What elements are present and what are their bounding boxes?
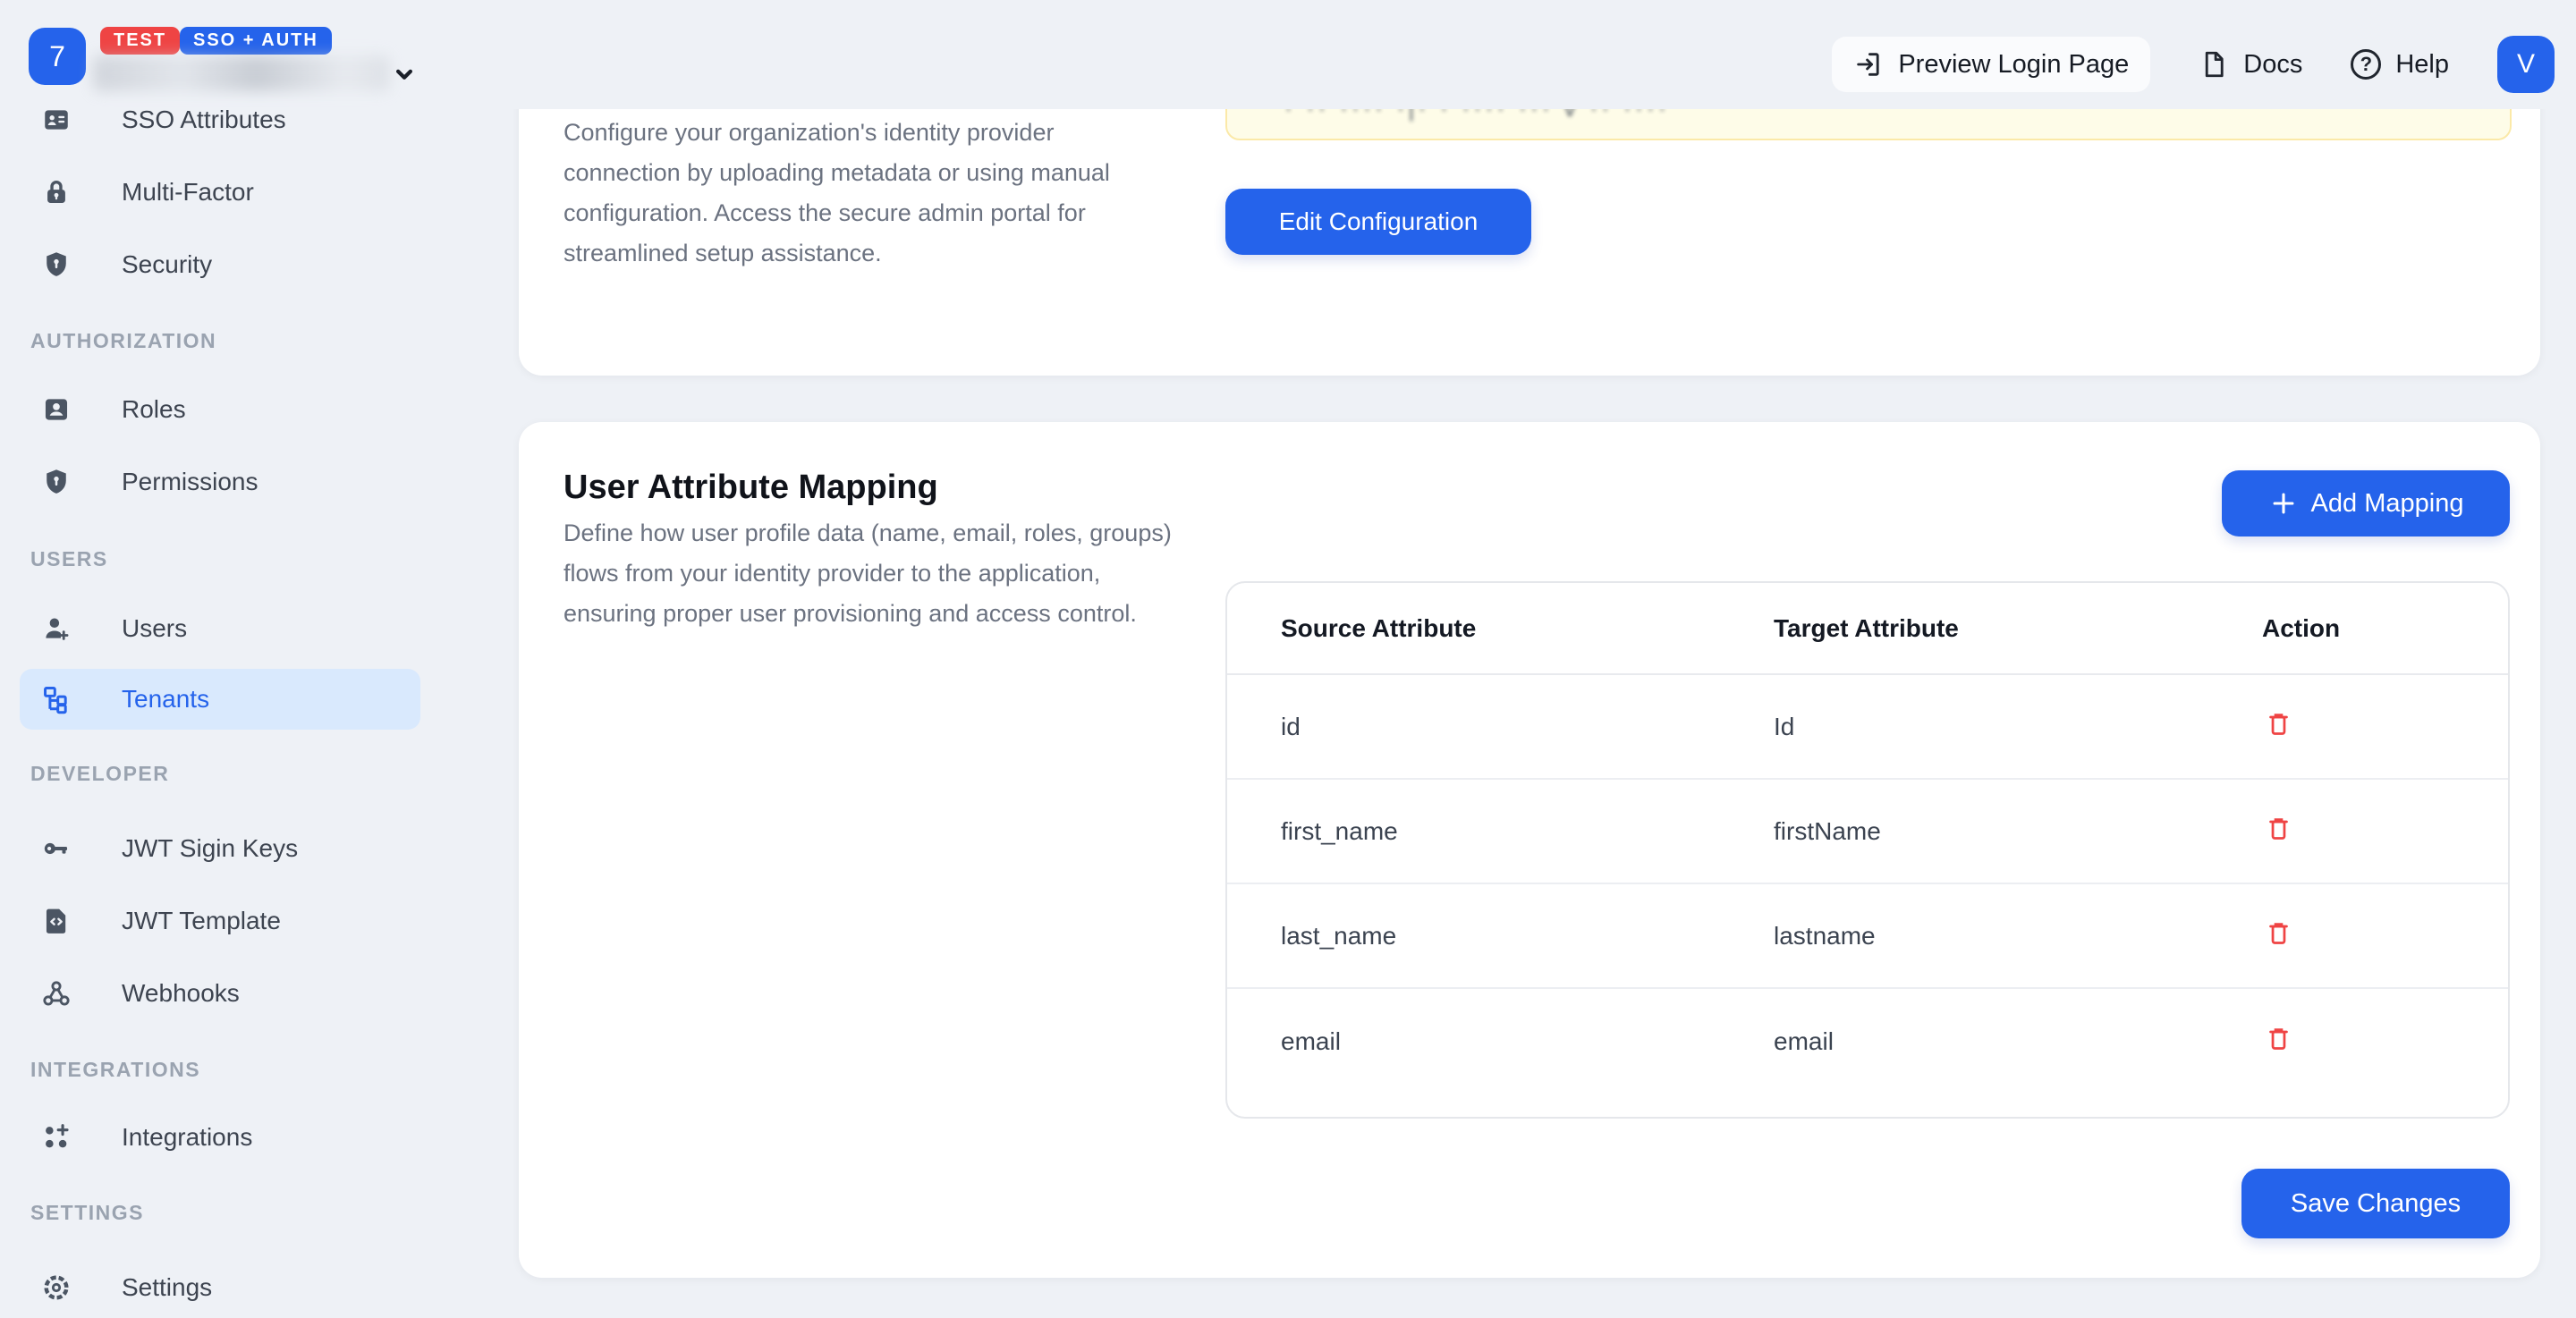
user-plus-icon bbox=[41, 613, 72, 644]
sidebar-item-webhooks[interactable]: Webhooks bbox=[20, 963, 420, 1024]
sidebar-item-label: Multi-Factor bbox=[122, 178, 254, 206]
delete-mapping-button[interactable] bbox=[2264, 810, 2300, 846]
preview-login-page-button[interactable]: Preview Login Page bbox=[1832, 37, 2151, 92]
sidebar-item-label: Permissions bbox=[122, 468, 258, 495]
source-attribute-value: id bbox=[1281, 712, 1301, 740]
table-row: first_name firstName bbox=[1227, 780, 2508, 884]
sidebar-item-label: Roles bbox=[122, 395, 186, 423]
document-icon bbox=[2206, 51, 2224, 78]
column-header-target: Target Attribute bbox=[1774, 613, 1959, 642]
test-badge: TEST bbox=[100, 27, 181, 55]
delete-mapping-button[interactable] bbox=[2264, 705, 2300, 741]
sidebar-item-label: Integrations bbox=[122, 1123, 253, 1151]
table-header-row: Source Attribute Target Attribute Action bbox=[1227, 583, 2508, 675]
sidebar-item-roles[interactable]: Roles bbox=[20, 379, 420, 440]
trash-icon bbox=[2269, 1027, 2288, 1050]
preview-login-page-label: Preview Login Page bbox=[1898, 49, 2130, 79]
delete-mapping-button[interactable] bbox=[2264, 1020, 2300, 1056]
sidebar-item-multi-factor[interactable]: Multi-Factor bbox=[20, 162, 420, 223]
webhook-icon bbox=[41, 978, 72, 1009]
delete-mapping-button[interactable] bbox=[2264, 915, 2300, 950]
target-attribute-value: firstName bbox=[1774, 816, 1881, 845]
card-title: User Attribute Mapping bbox=[564, 469, 938, 506]
sidebar-section-settings: SETTINGS bbox=[30, 1200, 145, 1224]
card-description: Define how user profile data (name, emai… bbox=[564, 520, 1172, 627]
help-label: Help bbox=[2395, 49, 2449, 79]
sso-card-description: Configure your organization's identity p… bbox=[564, 119, 1110, 266]
sidebar-item-label: Tenants bbox=[122, 685, 210, 713]
sidebar-item-security[interactable]: Security bbox=[20, 234, 420, 295]
column-header-source: Source Attribute bbox=[1281, 613, 1477, 642]
sidebar-item-label: JWT Template bbox=[122, 907, 281, 934]
app-root: Configure your organization's identity p… bbox=[0, 0, 2576, 1314]
edit-configuration-button[interactable]: Edit Configuration bbox=[1225, 189, 1531, 255]
user-avatar[interactable]: V bbox=[2497, 36, 2555, 93]
sidebar-item-label: JWT Sigin Keys bbox=[122, 834, 299, 862]
target-attribute-value: Id bbox=[1774, 712, 1795, 740]
target-attribute-value: email bbox=[1774, 1027, 1834, 1055]
sidebar-item-label: Webhooks bbox=[122, 979, 240, 1007]
sidebar-item-users[interactable]: Users bbox=[20, 598, 420, 659]
trash-icon bbox=[2269, 713, 2288, 735]
shield-icon bbox=[41, 467, 72, 497]
roles-icon bbox=[41, 394, 72, 425]
sidebar-item-label: SSO Attributes bbox=[122, 106, 286, 133]
sso-auth-badge: SSO + AUTH bbox=[180, 27, 332, 55]
sidebar-section-users: USERS bbox=[30, 546, 108, 570]
plus-icon bbox=[2273, 493, 2294, 514]
top-header: 7 TEST SSO + AUTH Preview Login Page Doc… bbox=[0, 0, 2576, 109]
sidebar-item-integrations[interactable]: Integrations bbox=[20, 1107, 420, 1168]
add-mapping-label: Add Mapping bbox=[2310, 488, 2464, 518]
mapping-table: Source Attribute Target Attribute Action… bbox=[1225, 581, 2510, 1119]
sidebar-item-permissions[interactable]: Permissions bbox=[20, 452, 420, 512]
save-changes-button[interactable]: Save Changes bbox=[2241, 1169, 2510, 1238]
help-button[interactable]: ? Help bbox=[2351, 49, 2449, 80]
org-name-redacted[interactable] bbox=[93, 55, 390, 91]
header-actions: Preview Login Page Docs ? Help V bbox=[1832, 32, 2555, 97]
sidebar-section-authorization: AUTHORIZATION bbox=[30, 328, 217, 352]
key-icon bbox=[41, 833, 72, 864]
table-row: email email bbox=[1227, 989, 2508, 1094]
file-code-icon bbox=[41, 906, 72, 936]
sidebar-item-label: Settings bbox=[122, 1273, 213, 1301]
sidebar-item-label: Security bbox=[122, 250, 213, 278]
lock-icon bbox=[41, 177, 72, 207]
column-header-action: Action bbox=[2262, 613, 2341, 642]
trash-icon bbox=[2269, 817, 2288, 840]
target-attribute-value: lastname bbox=[1774, 921, 1876, 950]
sidebar-item-tenants[interactable]: Tenants bbox=[20, 669, 420, 730]
tree-icon bbox=[41, 684, 72, 714]
docs-button[interactable]: Docs bbox=[2199, 49, 2302, 80]
add-mapping-button[interactable]: Add Mapping bbox=[2222, 470, 2510, 536]
source-attribute-value: email bbox=[1281, 1027, 1341, 1055]
shield-icon bbox=[41, 249, 72, 280]
chevron-down-icon[interactable] bbox=[391, 61, 418, 88]
sidebar-section-developer: DEVELOPER bbox=[30, 761, 170, 785]
source-attribute-value: first_name bbox=[1281, 816, 1398, 845]
gear-icon bbox=[41, 1272, 72, 1303]
apps-plus-icon bbox=[41, 1122, 72, 1153]
source-attribute-value: last_name bbox=[1281, 921, 1397, 950]
docs-label: Docs bbox=[2243, 49, 2303, 79]
app-logo[interactable]: 7 bbox=[29, 28, 86, 85]
table-row: id Id bbox=[1227, 675, 2508, 780]
sidebar-item-jwt-template[interactable]: JWT Template bbox=[20, 891, 420, 951]
sidebar-item-label: Users bbox=[122, 614, 188, 642]
trash-icon bbox=[2269, 922, 2288, 944]
user-attribute-mapping-card: User Attribute Mapping Define how user p… bbox=[519, 422, 2540, 1278]
sidebar-section-integrations: INTEGRATIONS bbox=[30, 1057, 201, 1081]
sidebar-item-settings[interactable]: Settings bbox=[20, 1257, 420, 1318]
sso-attributes-icon bbox=[41, 105, 72, 135]
sidebar-item-jwt-sigin-keys[interactable]: JWT Sigin Keys bbox=[20, 818, 420, 879]
help-icon: ? bbox=[2351, 49, 2382, 80]
login-preview-icon bbox=[1857, 53, 1879, 76]
table-row: last_name lastname bbox=[1227, 884, 2508, 989]
sidebar: SSO Attributes Multi-Factor Security AUT… bbox=[0, 0, 501, 1314]
